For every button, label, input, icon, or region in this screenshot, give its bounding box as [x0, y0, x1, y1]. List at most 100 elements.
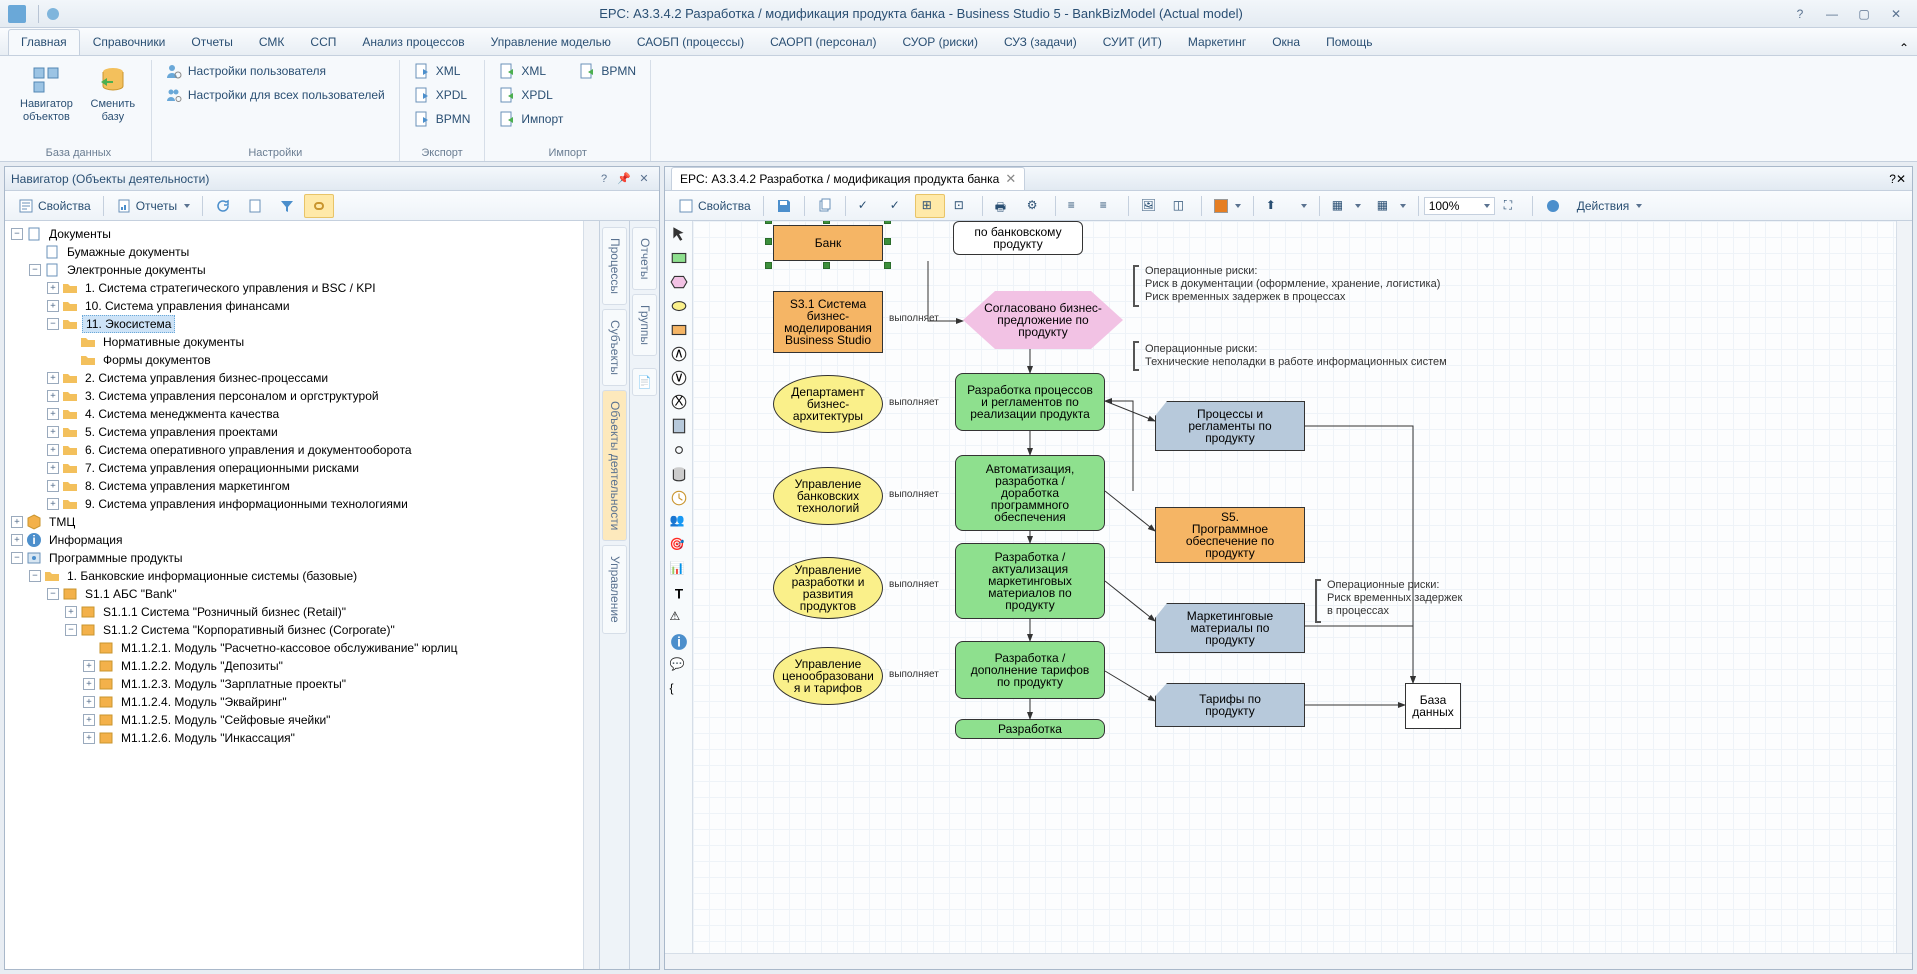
tab-marketing[interactable]: Маркетинг — [1175, 29, 1259, 55]
doc-tab-close-icon[interactable]: ✕ — [1005, 171, 1016, 187]
reports-dropdown[interactable]: Отчеты — [109, 194, 197, 218]
shape-db[interactable]: База данных — [1405, 683, 1461, 729]
zoom-input[interactable] — [1424, 197, 1495, 215]
import-xml-button[interactable]: XML — [493, 60, 569, 82]
nav-dropdown[interactable] — [1291, 200, 1314, 212]
clock-tool-icon[interactable] — [670, 489, 688, 507]
info-tool-icon[interactable]: i — [670, 633, 688, 651]
export-xpdl-button[interactable]: XPDL — [408, 84, 477, 106]
vtab-processes[interactable]: Процессы — [602, 227, 627, 305]
fit-button[interactable]: ⛶ — [1497, 194, 1527, 218]
pane-pin-icon[interactable]: 📌 — [615, 170, 633, 188]
tab-reports[interactable]: Отчеты — [178, 29, 245, 55]
help-icon[interactable]: ? — [1787, 5, 1813, 23]
tab-suz[interactable]: СУЗ (задачи) — [991, 29, 1090, 55]
oval-tool-icon[interactable] — [670, 297, 688, 315]
shape-product[interactable]: по банковскому продукту — [953, 221, 1083, 255]
shape-b4[interactable]: Тарифы по продукту — [1155, 683, 1305, 727]
grid-button[interactable]: ⊞ — [915, 194, 945, 218]
close-button[interactable]: ✕ — [1883, 5, 1909, 23]
doc-tool-icon[interactable] — [670, 417, 688, 435]
snap-button[interactable]: ⊡ — [947, 194, 977, 218]
vtab-groups[interactable]: Группы — [632, 294, 657, 356]
properties-button[interactable]: Свойства — [11, 194, 98, 218]
shape-urp[interactable]: Управление разработки и развития продукт… — [773, 557, 883, 619]
change-db-button[interactable]: Сменить базу — [83, 60, 143, 128]
import-generic-button[interactable]: Импорт — [493, 108, 569, 130]
image-button[interactable]: 🖼 — [1134, 194, 1164, 218]
export-xml-button[interactable]: XML — [408, 60, 477, 82]
shape-g2[interactable]: Автоматизация, разработка / доработка пр… — [955, 455, 1105, 531]
ribbon-collapse-icon[interactable]: ⌃ — [1899, 41, 1909, 55]
shape-dep[interactable]: Департамент бизнес- архитектуры — [773, 375, 883, 433]
and-tool-icon[interactable]: ∧ — [670, 345, 688, 363]
settings-button[interactable]: ⚙ — [1020, 194, 1050, 218]
save-button[interactable] — [769, 194, 799, 218]
tab-ssp[interactable]: ССП — [297, 29, 349, 55]
all-settings-button[interactable]: Настройки для всех пользователей — [160, 84, 391, 106]
group-tool-icon[interactable]: 👥 — [670, 513, 688, 531]
goal-tool-icon[interactable]: 🎯 — [670, 537, 688, 555]
vtab-icon[interactable]: 📄 — [632, 368, 657, 396]
warning-tool-icon[interactable]: ⚠ — [670, 609, 688, 627]
or-tool-icon[interactable]: ∨ — [670, 369, 688, 387]
export-bpmn-button[interactable]: BPMN — [408, 108, 477, 130]
import-bpmn-button[interactable]: BPMN — [573, 60, 642, 82]
erase-button[interactable]: ◫ — [1166, 194, 1196, 218]
canvas-vscroll[interactable] — [1896, 221, 1912, 953]
spellcheck-button[interactable]: ✓ — [851, 194, 881, 218]
hexagon-tool-icon[interactable] — [670, 273, 688, 291]
properties-button[interactable]: Свойства — [671, 194, 758, 218]
align2-button[interactable]: ≡ — [1093, 194, 1123, 218]
maximize-button[interactable]: ▢ — [1851, 5, 1877, 23]
pointer-tool-icon[interactable] — [670, 225, 688, 243]
tab-analysis[interactable]: Анализ процессов — [349, 29, 477, 55]
shape-price[interactable]: Управление ценообразовани я и тарифов — [773, 647, 883, 705]
minimize-button[interactable]: — — [1819, 5, 1845, 23]
shape-g1[interactable]: Разработка процессов и регламентов по ре… — [955, 373, 1105, 431]
pane-close-icon[interactable]: ✕ — [1896, 172, 1906, 186]
tab-saorp[interactable]: САОРП (персонал) — [757, 29, 889, 55]
orange-tool-icon[interactable] — [670, 321, 688, 339]
new-button[interactable] — [240, 194, 270, 218]
tab-refs[interactable]: Справочники — [80, 29, 179, 55]
vtab-subjects[interactable]: Субъекты — [602, 309, 627, 386]
tab-main[interactable]: Главная — [8, 29, 80, 55]
refresh-diagram-button[interactable] — [1538, 194, 1568, 218]
import-xpdl-button[interactable]: XPDL — [493, 84, 569, 106]
bracket-tool-icon[interactable]: { — [670, 681, 688, 699]
pane-help-icon[interactable]: ? — [595, 170, 613, 188]
copy-button[interactable] — [810, 194, 840, 218]
link-button[interactable] — [304, 194, 334, 218]
shape-g3[interactable]: Разработка / актуализация маркетинговых … — [955, 543, 1105, 619]
canvas-hscroll[interactable] — [665, 953, 1912, 969]
actions-dropdown[interactable]: Действия — [1570, 195, 1650, 217]
shape-b1[interactable]: Процессы и регламенты по продукту — [1155, 401, 1305, 451]
shape-b2[interactable]: S5. Программное обеспечение по продукту — [1155, 507, 1305, 563]
document-tab[interactable]: EPC: А3.3.4.2 Разработка / модификация п… — [671, 167, 1025, 191]
rect-tool-icon[interactable] — [670, 249, 688, 267]
vtab-control[interactable]: Управление — [602, 545, 627, 634]
quick-access-icon[interactable] — [45, 6, 61, 22]
comment-tool-icon[interactable]: 💬 — [670, 657, 688, 675]
navigator-objects-button[interactable]: Навигатор объектов — [14, 60, 79, 128]
nav-up-button[interactable]: ⬆ — [1259, 194, 1289, 218]
filter-button[interactable] — [272, 194, 302, 218]
tab-help[interactable]: Помощь — [1313, 29, 1385, 55]
shape-s31[interactable]: S3.1 Система бизнес- моделирования Busin… — [773, 291, 883, 353]
color-button[interactable] — [1207, 195, 1248, 217]
shape-b3[interactable]: Маркетинговые материалы по продукту — [1155, 603, 1305, 653]
shape-hexagon[interactable]: Согласовано бизнес- предложение по проду… — [963, 291, 1123, 349]
tab-smk[interactable]: СМК — [246, 29, 298, 55]
shape-g5[interactable]: Разработка — [955, 719, 1105, 739]
shape-bank[interactable]: Банк — [773, 225, 883, 261]
align-button[interactable]: ≡ — [1061, 194, 1091, 218]
layer-button[interactable]: ▦ — [1325, 194, 1368, 218]
chart-tool-icon[interactable]: 📊 — [670, 561, 688, 579]
tree-scrollbar[interactable] — [583, 221, 599, 969]
xor-tool-icon[interactable]: X — [670, 393, 688, 411]
tab-windows[interactable]: Окна — [1259, 29, 1313, 55]
link-tool-icon[interactable] — [670, 441, 688, 459]
diagram-canvas[interactable]: Банк по банковскому продукту S3.1 Систем… — [693, 221, 1896, 953]
shape-ubt[interactable]: Управление банковских технологий — [773, 467, 883, 525]
